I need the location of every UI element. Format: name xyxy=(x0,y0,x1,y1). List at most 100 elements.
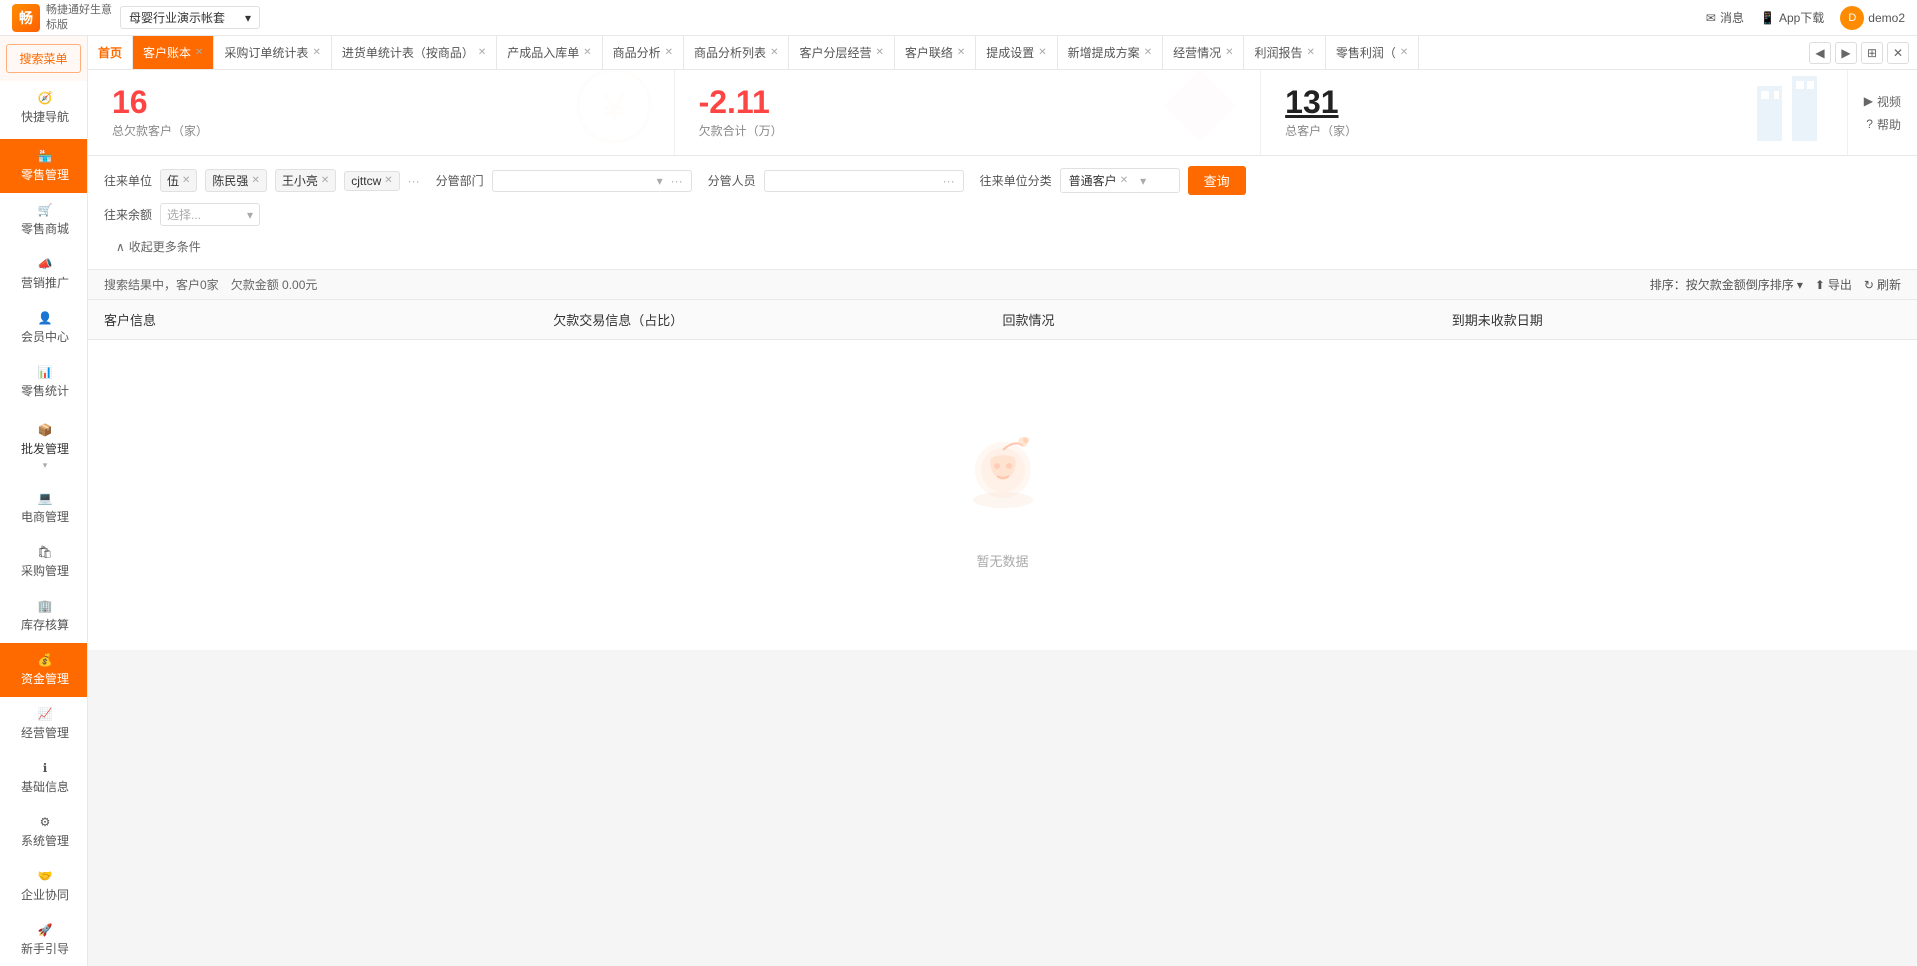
tab-goods-analysis-list[interactable]: 商品分析列表 ✕ xyxy=(684,36,789,69)
video-icon: ▶ xyxy=(1864,94,1873,108)
table-col-customer-info: 客户信息 xyxy=(104,310,553,329)
stat-bg-yuan-icon: ¥ xyxy=(574,70,654,160)
refresh-button[interactable]: ↻ 刷新 xyxy=(1864,276,1901,293)
mall-icon: 🛒 xyxy=(38,203,53,217)
filter-more-icon[interactable]: ··· xyxy=(408,174,420,188)
sidebar-item-inventory[interactable]: 🏢 库存核算 xyxy=(0,589,87,643)
collapse-row: ∧ 收起更多条件 xyxy=(104,234,1901,259)
empty-illustration xyxy=(953,420,1053,539)
tab-prev-button[interactable]: ◀ xyxy=(1809,42,1831,64)
sidebar-item-wholesale-mgmt[interactable]: 📦 批发管理 ▾ xyxy=(0,413,87,481)
tab-purchase-order[interactable]: 采购订单统计表 ✕ xyxy=(214,36,331,69)
sidebar-item-retail-stats[interactable]: 📊 零售统计 xyxy=(0,355,87,409)
filter-tag-close-icon[interactable]: ✕ xyxy=(384,175,392,186)
results-debt-text: 欠款金额 0.00元 xyxy=(231,276,318,293)
tab-close-icon[interactable]: ✕ xyxy=(195,47,203,58)
sidebar-item-operation[interactable]: 📈 经营管理 xyxy=(0,697,87,751)
tab-profit-report[interactable]: 利润报告 ✕ xyxy=(1244,36,1325,69)
sidebar-item-label: 经营管理 xyxy=(21,724,69,741)
results-actions: 排序：按欠款金额倒序排序 ▾ ⬆ 导出 ↻ 刷新 xyxy=(1650,276,1901,293)
filter-tag-close-icon[interactable]: ✕ xyxy=(251,175,259,186)
filter-category-select[interactable]: 普通客户 ✕ ▾ xyxy=(1060,168,1180,193)
sidebar-item-enterprise-coop[interactable]: 🤝 企业协同 xyxy=(0,859,87,913)
tab-label: 利润报告 xyxy=(1254,44,1302,61)
tab-close-icon[interactable]: ✕ xyxy=(1307,47,1315,58)
account-label: 母婴行业演示帐套 xyxy=(129,9,225,26)
tab-label: 商品分析列表 xyxy=(694,44,766,61)
video-action[interactable]: ▶ 视频 xyxy=(1864,93,1901,110)
avatar: D xyxy=(1840,6,1864,30)
tab-operation-status[interactable]: 经营情况 ✕ xyxy=(1163,36,1244,69)
tab-close-icon[interactable]: ✕ xyxy=(770,47,778,58)
sidebar-item-label: 零售管理 xyxy=(21,166,69,183)
help-action[interactable]: ? 帮助 xyxy=(1866,116,1901,133)
tab-close-icon[interactable]: ✕ xyxy=(1144,47,1152,58)
collapse-button[interactable]: ∧ 收起更多条件 xyxy=(104,234,1901,259)
tab-close-icon[interactable]: ✕ xyxy=(1225,47,1233,58)
tab-customer-tier[interactable]: 客户分层经营 ✕ xyxy=(789,36,894,69)
sort-button[interactable]: 排序：按欠款金额倒序排序 ▾ xyxy=(1650,276,1803,293)
table-col-repayment: 回款情况 xyxy=(1003,310,1452,329)
tab-goods-analysis[interactable]: 商品分析 ✕ xyxy=(603,36,684,69)
tab-close-icon[interactable]: ✕ xyxy=(478,47,486,58)
tab-close-icon[interactable]: ✕ xyxy=(957,47,965,58)
export-button[interactable]: ⬆ 导出 xyxy=(1815,276,1852,293)
stat-label: 欠款合计（万） xyxy=(699,122,783,139)
filter-tag-text: cjttcw xyxy=(351,174,381,188)
stat-total-customers: ¥ 16 总欠款客户（家） xyxy=(88,70,675,155)
tab-next-button[interactable]: ▶ xyxy=(1835,42,1857,64)
page-content: ¥ 16 总欠款客户（家） -2. xyxy=(88,70,1917,966)
filter-staff-select[interactable]: ··· xyxy=(764,170,964,192)
tab-home[interactable]: 首页 xyxy=(88,36,133,69)
sidebar-item-system[interactable]: ⚙ 系统管理 xyxy=(0,805,87,859)
chevron-down-icon: ▾ xyxy=(245,11,251,25)
tab-reminder-settings[interactable]: 提成设置 ✕ xyxy=(976,36,1057,69)
tab-expand-button[interactable]: ⊞ xyxy=(1861,42,1883,64)
sidebar-item-marketing[interactable]: 📣 营销推广 xyxy=(0,247,87,301)
account-selector[interactable]: 母婴行业演示帐套 ▾ xyxy=(120,6,260,29)
filter-category-close-icon[interactable]: ✕ xyxy=(1120,175,1128,186)
tab-produce-stock[interactable]: 产成品入库单 ✕ xyxy=(497,36,602,69)
tab-close-all-button[interactable]: ✕ xyxy=(1887,42,1909,64)
message-label: 消息 xyxy=(1720,9,1744,26)
app-download-action[interactable]: 📱 App下载 xyxy=(1760,9,1824,26)
sidebar-item-member[interactable]: 👤 会员中心 xyxy=(0,301,87,355)
sidebar-item-finance[interactable]: 💰 资金管理 xyxy=(0,643,87,697)
filter-dept-select[interactable]: ▾ ··· xyxy=(492,170,692,192)
sidebar-item-retail-mgmt[interactable]: 🏪 零售管理 xyxy=(0,139,87,193)
query-button[interactable]: 查询 xyxy=(1188,166,1246,195)
tab-close-icon[interactable]: ✕ xyxy=(312,47,320,58)
filter-tag-wu: 伍 ✕ xyxy=(160,169,197,192)
message-action[interactable]: ✉ 消息 xyxy=(1706,9,1744,26)
sidebar-item-purchase[interactable]: 🛍 采购管理 xyxy=(0,535,87,589)
user-menu[interactable]: D demo2 xyxy=(1840,6,1905,30)
tab-customer-contact[interactable]: 客户联络 ✕ xyxy=(895,36,976,69)
filter-remain-placeholder: 选择... xyxy=(167,206,201,223)
filter-row-1: 往来单位 伍 ✕ 陈民强 ✕ 王小亮 ✕ cjttcw xyxy=(104,166,1901,195)
retail-icon: 🏪 xyxy=(38,149,53,163)
tab-retail-profit[interactable]: 零售利润（ ✕ xyxy=(1326,36,1419,69)
tab-add-achievement[interactable]: 新增提成方案 ✕ xyxy=(1058,36,1163,69)
stat-label: 总欠款客户（家） xyxy=(112,122,208,139)
empty-text: 暂无数据 xyxy=(976,551,1028,570)
sidebar-item-basic-info[interactable]: ℹ 基础信息 xyxy=(0,751,87,805)
filter-tag-text: 伍 xyxy=(167,172,179,189)
sidebar-item-retail-mall[interactable]: 🛒 零售商城 xyxy=(0,193,87,247)
sidebar-item-ecommerce[interactable]: 💻 电商管理 xyxy=(0,481,87,535)
tab-close-icon[interactable]: ✕ xyxy=(875,47,883,58)
sidebar-item-quick-nav[interactable]: 🧭 快捷导航 xyxy=(0,81,87,135)
filter-remain-select[interactable]: 选择... ▾ xyxy=(160,203,260,226)
system-icon: ⚙ xyxy=(40,815,51,829)
sidebar-search-button[interactable]: 搜索菜单 xyxy=(6,44,81,73)
tab-close-icon[interactable]: ✕ xyxy=(1038,47,1046,58)
tab-label: 产成品入库单 xyxy=(507,44,579,61)
tab-close-icon[interactable]: ✕ xyxy=(583,47,591,58)
tab-label: 首页 xyxy=(98,44,122,61)
tab-close-icon[interactable]: ✕ xyxy=(665,47,673,58)
filter-tag-close-icon[interactable]: ✕ xyxy=(182,175,190,186)
tab-customer-account[interactable]: 客户账本 ✕ xyxy=(133,36,214,69)
filter-tag-close-icon[interactable]: ✕ xyxy=(321,175,329,186)
tab-stock-stats[interactable]: 进货单统计表（按商品） ✕ xyxy=(332,36,497,69)
tab-close-icon[interactable]: ✕ xyxy=(1400,47,1408,58)
sidebar-item-new-guide[interactable]: 🚀 新手引导 xyxy=(0,913,87,966)
